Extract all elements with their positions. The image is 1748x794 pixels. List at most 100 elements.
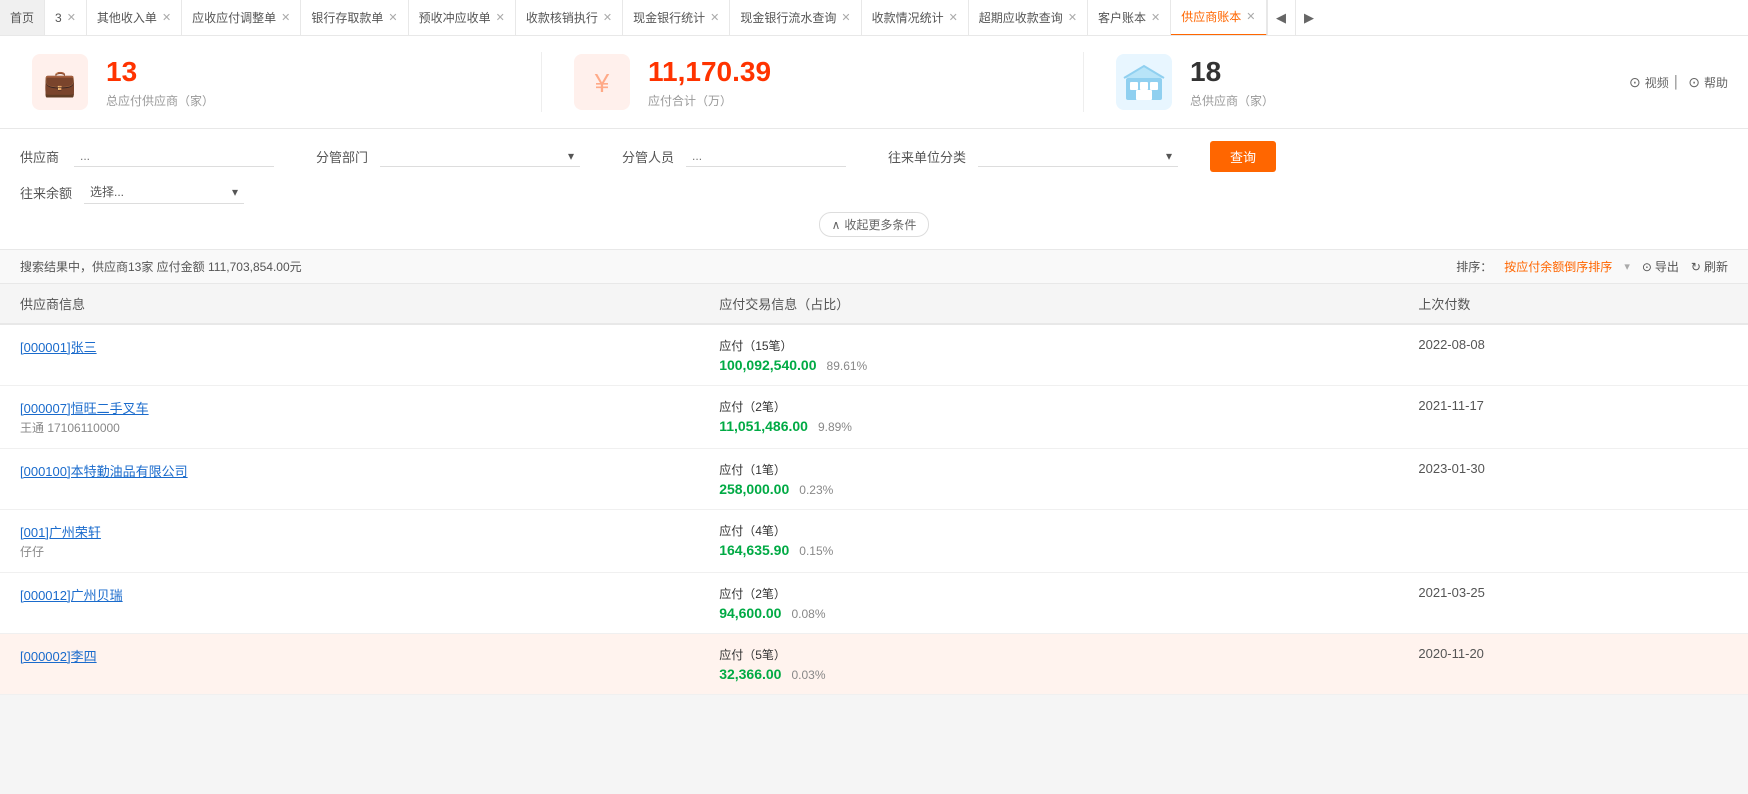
table-row: [000002]李四应付（5笔）32,366.000.03%2020-11-20 [0,634,1748,695]
payable-suppliers-icon: 💼 [30,52,90,112]
payable-cell: 应付（2笔）11,051,486.009.89% [699,386,1398,449]
close-icon[interactable]: ✕ [710,11,719,24]
close-icon[interactable]: ✕ [949,11,958,24]
export-label: 导出 [1655,258,1679,275]
nav-tab-3[interactable]: 3 ✕ [45,0,87,36]
close-icon[interactable]: ✕ [603,11,612,24]
close-icon[interactable]: ✕ [388,11,397,24]
nav-tab-prepay-offset-label: 预收冲应收单 [419,9,491,26]
nav-tab-cash-bank-stat[interactable]: 现金银行统计 ✕ [623,0,730,36]
table-row: [000100]本特勤油品有限公司应付（1笔）258,000.000.23%20… [0,449,1748,510]
supplier-cell: [001]广州荣轩仔仔 [0,510,699,573]
supplier-sub-info: 仔仔 [20,543,679,560]
supplier-link[interactable]: [000012]广州贝瑞 [20,588,123,603]
person-filter-input[interactable] [686,146,846,167]
close-icon[interactable]: ✕ [1068,11,1077,24]
payable-cell: 应付（1笔） 258,000.00 0.23% [699,449,1398,510]
close-icon[interactable]: ✕ [1246,10,1255,23]
payable-percentage: 0.15% [799,544,833,558]
payable-amount-icon: ¥ [572,52,632,112]
supplier-link[interactable]: [001]广州荣轩 [20,525,101,540]
nav-tab-supplier-ledger[interactable]: 供应商账本 ✕ [1171,0,1266,36]
sort-label: 排序： [1456,258,1492,275]
table-header: 供应商信息 应付交易信息（占比） 上次付数 [0,284,1748,324]
payable-suppliers-count: 13 [106,55,214,89]
payable-total-amount: 11,170.39 [648,55,771,89]
supplier-link[interactable]: [000007]恒旺二手叉车 [20,401,149,416]
payable-amount[interactable]: 32,366.00 [719,666,781,682]
payable-total-label: 应付合计（万） [648,92,771,109]
nav-tab-customer-ledger[interactable]: 客户账本 ✕ [1088,0,1171,36]
export-button[interactable]: ⊙ 导出 [1642,258,1679,275]
refresh-button[interactable]: ↻ 刷新 [1691,258,1728,275]
summary-card-payable-total: ¥ 11,170.39 应付合计（万） [542,52,1084,112]
payable-percentage: 9.89% [818,420,852,434]
balance-filter-dropdown[interactable]: 选择... ▾ [84,180,244,204]
column-header-supplier: 供应商信息 [0,284,699,324]
total-suppliers-count: 18 [1190,55,1274,89]
payable-amount[interactable]: 164,635.90 [719,542,789,558]
close-icon[interactable]: ✕ [1151,11,1160,24]
supplier-link[interactable]: [000100]本特勤油品有限公司 [20,464,188,479]
collapse-more-section: ∧ 收起更多条件 [20,212,1728,237]
payable-amount[interactable]: 258,000.00 [719,481,789,497]
close-icon[interactable]: ✕ [841,11,850,24]
nav-tab-prepay-offset[interactable]: 预收冲应收单 ✕ [409,0,516,36]
payable-percentage: 0.23% [799,483,833,497]
question-icon: ⊙ [1688,74,1700,91]
dept-filter-label: 分管部门 [316,147,368,166]
sort-value[interactable]: 按应付余额倒序排序 [1504,258,1612,275]
chevron-down-icon: ▾ [568,149,574,163]
refresh-icon: ↻ [1691,260,1701,274]
person-filter-label: 分管人员 [622,147,674,166]
close-icon[interactable]: ✕ [496,11,505,24]
total-suppliers-label: 总供应商（家） [1190,92,1274,109]
summary-bar: 💼 13 总应付供应商（家） ¥ 11,170.39 应付合计（万） [0,36,1748,129]
last-pay-cell: 2020-11-20 [1398,634,1748,695]
supplier-link[interactable]: [000002]李四 [20,649,97,664]
collapse-more-button[interactable]: ∧ 收起更多条件 [819,212,930,237]
filter-area: 供应商 分管部门 ▾ 分管人员 往来单位分类 ▾ 查询 [0,129,1748,250]
nav-next-button[interactable]: ▶ [1295,0,1323,36]
nav-tab-3-label: 3 [55,11,62,25]
help-link[interactable]: 帮助 [1704,74,1728,91]
column-header-last-pay: 上次付数 [1398,284,1748,324]
video-link[interactable]: 视频 [1645,74,1669,91]
close-icon[interactable]: ✕ [281,11,290,24]
payable-percentage: 89.61% [827,359,868,373]
payable-count: 应付（1笔） [719,461,1378,478]
close-icon[interactable]: ✕ [67,11,76,24]
dept-filter-dropdown[interactable]: ▾ [380,146,580,167]
payable-amount[interactable]: 100,092,540.00 [719,357,816,373]
svg-text:💼: 💼 [44,68,76,98]
query-button[interactable]: 查询 [1210,141,1276,172]
summary-text-total-suppliers: 18 总供应商（家） [1190,55,1274,110]
filter-row-1: 供应商 分管部门 ▾ 分管人员 往来单位分类 ▾ 查询 [20,141,1728,172]
nav-tab-bank-deposit[interactable]: 银行存取款单 ✕ [301,0,408,36]
nav-tab-receipt-exec[interactable]: 收款核销执行 ✕ [516,0,623,36]
category-filter-label: 往来单位分类 [888,147,966,166]
nav-tab-cash-bank-flow[interactable]: 现金银行流水查询 ✕ [730,0,861,36]
payable-amount[interactable]: 11,051,486.00 [719,418,808,434]
nav-tab-ar-ap-adjust[interactable]: 应收应付调整单 ✕ [182,0,301,36]
supplier-filter-input[interactable] [74,146,274,167]
nav-prev-button[interactable]: ◀ [1267,0,1295,36]
chevron-up-icon: ∧ [832,218,841,232]
table-row: [000012]广州贝瑞应付（2笔）94,600.000.08%2021-03-… [0,573,1748,634]
payable-amount[interactable]: 94,600.00 [719,605,781,621]
last-pay-cell: 2021-03-25 [1398,573,1748,634]
close-icon[interactable]: ✕ [162,11,171,24]
supplier-link[interactable]: [000001]张三 [20,340,97,355]
top-navigation: 首页 3 ✕ 其他收入单 ✕ 应收应付调整单 ✕ 银行存取款单 ✕ 预收冲应收单… [0,0,1748,36]
data-table-container: 供应商信息 应付交易信息（占比） 上次付数 [000001]张三应付（15笔）1… [0,284,1748,695]
nav-tab-home[interactable]: 首页 [0,0,45,36]
supplier-sub-info: 王通 17106110000 [20,419,679,436]
results-actions: 排序： 按应付余额倒序排序 ▾ ⊙ 导出 ↻ 刷新 [1456,258,1728,275]
category-filter-dropdown[interactable]: ▾ [978,146,1178,167]
supplier-filter-label: 供应商 [20,147,68,166]
nav-tab-other-income[interactable]: 其他收入单 ✕ [87,0,182,36]
top-right-links: ⊙ 视频 │ ⊙ 帮助 [1625,74,1728,91]
nav-tab-receipt-stat[interactable]: 收款情况统计 ✕ [862,0,969,36]
nav-tab-overdue-ar[interactable]: 超期应收款查询 ✕ [969,0,1088,36]
supplier-cell: [000001]张三 [0,324,699,386]
